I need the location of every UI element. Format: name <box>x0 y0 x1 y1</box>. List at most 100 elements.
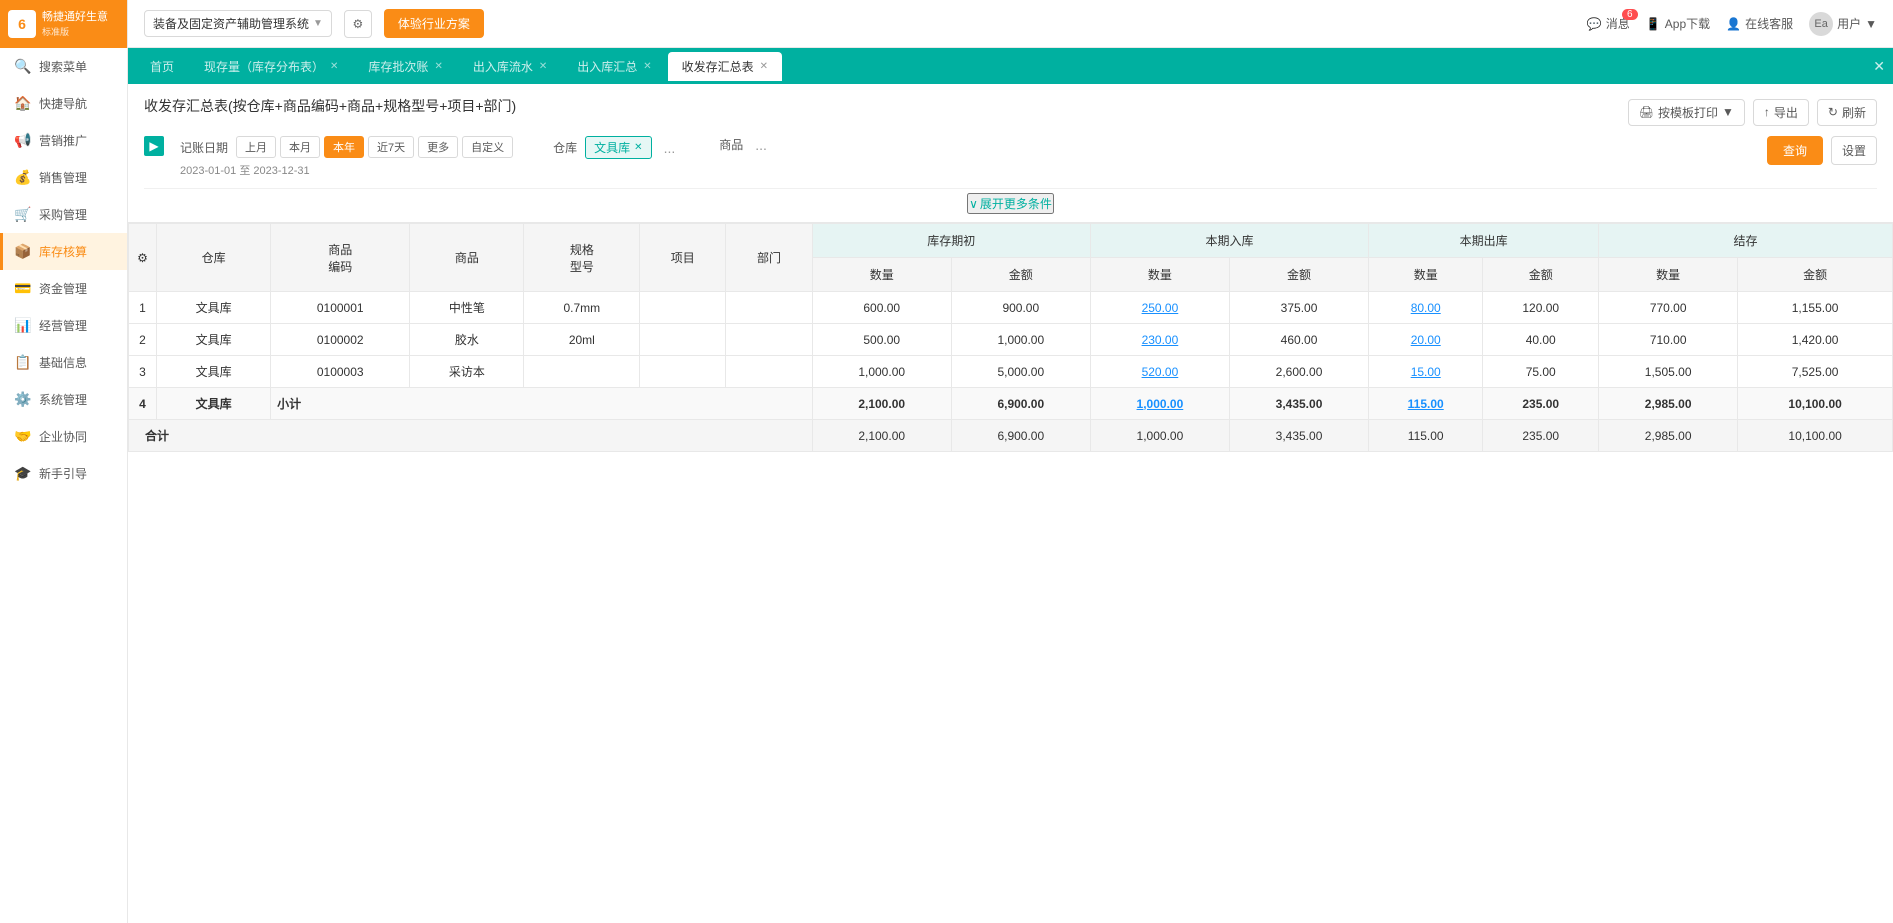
date-btn-this-month[interactable]: 本月 <box>280 136 320 158</box>
cell-no: 2 <box>129 324 157 356</box>
col-header-name: 商品 <box>410 224 524 292</box>
cell-code: 0100003 <box>271 356 410 388</box>
cell-bal-amt: 1,420.00 <box>1738 324 1893 356</box>
cell-in-qty[interactable]: 230.00 <box>1090 324 1229 356</box>
query-button[interactable]: 查询 <box>1767 136 1823 165</box>
col-header-open-qty: 数量 <box>812 258 951 292</box>
tab-batch-ledger[interactable]: 库存批次账✕ <box>354 52 456 81</box>
cell-bal-qty: 1,505.00 <box>1599 356 1738 388</box>
warehouse-more-icon[interactable]: ... <box>660 140 680 156</box>
tab-in-out-summary[interactable]: 出入库汇总✕ <box>563 52 665 81</box>
sidebar-item-basic-info[interactable]: 📋基础信息 <box>0 344 127 381</box>
tab-close-in-out-summary[interactable]: ✕ <box>643 61 651 72</box>
sidebar-item-guide[interactable]: 🎓 新手引导 <box>0 455 127 492</box>
sidebar-item-label-guide: 新手引导 <box>39 465 87 482</box>
app-download-item[interactable]: 📱 App下载 <box>1646 15 1710 32</box>
date-btn-7days[interactable]: 近7天 <box>368 136 414 158</box>
subtotal-out-qty[interactable]: 115.00 <box>1369 388 1483 420</box>
logo-icon: 6 <box>8 10 36 38</box>
tab-close-batch-ledger[interactable]: ✕ <box>434 61 442 72</box>
sidebar-item-label-basic-info: 基础信息 <box>39 354 87 371</box>
col-header-code: 商品编码 <box>271 224 410 292</box>
tab-inventory-dist[interactable]: 现存量（库存分布表）✕ <box>190 52 352 81</box>
cell-no: 1 <box>129 292 157 324</box>
col-header-open-amt: 金额 <box>951 258 1090 292</box>
total-open-amt: 6,900.00 <box>951 420 1090 452</box>
print-button[interactable]: 🖨 按模板打印 ▼ <box>1628 99 1745 126</box>
date-btn-this-year[interactable]: 本年 <box>324 136 364 158</box>
tab-close-inventory-dist[interactable]: ✕ <box>330 61 338 72</box>
col-header-bal-qty: 数量 <box>1599 258 1738 292</box>
refresh-button[interactable]: ↻ 刷新 <box>1817 99 1877 126</box>
sidebar-item-cooperation[interactable]: 🤝企业协同 <box>0 418 127 455</box>
export-icon: ↑ <box>1764 105 1770 119</box>
user-item[interactable]: Ea 用户 ▼ <box>1809 12 1877 36</box>
export-button[interactable]: ↑ 导出 <box>1753 99 1809 126</box>
sidebar-item-search[interactable]: 🔍搜索菜单 <box>0 48 127 85</box>
cell-dept <box>726 356 812 388</box>
table-row: 2 文具库 0100002 胶水 20ml 500.00 1,000.00 23… <box>129 324 1893 356</box>
date-btn-more[interactable]: 更多 <box>418 136 458 158</box>
tab-receive-summary[interactable]: 收发存汇总表✕ <box>668 52 782 81</box>
cell-bal-amt: 1,155.00 <box>1738 292 1893 324</box>
message-item[interactable]: 💬 消息 6 <box>1587 15 1630 32</box>
online-service-item[interactable]: 👤 在线客服 <box>1726 15 1793 32</box>
tab-in-out-flow[interactable]: 出入库流水 ✕ <box>459 52 561 81</box>
settings-icon[interactable]: ⚙ <box>344 10 372 38</box>
cell-out-qty[interactable]: 80.00 <box>1369 292 1483 324</box>
sidebar-item-purchase[interactable]: 🛒采购管理 <box>0 196 127 233</box>
cell-bal-amt: 7,525.00 <box>1738 356 1893 388</box>
cell-spec <box>524 356 640 388</box>
cell-project <box>640 292 726 324</box>
trial-button[interactable]: 体验行业方案 <box>384 9 484 38</box>
cell-open-qty: 600.00 <box>812 292 951 324</box>
subtotal-in-qty[interactable]: 1,000.00 <box>1090 388 1229 420</box>
sales-icon: 💰 <box>15 170 31 186</box>
expand-down-icon: ∨ <box>969 197 978 211</box>
print-arrow-icon: ▼ <box>1722 105 1734 119</box>
col-header-settings[interactable]: ⚙ <box>129 224 157 292</box>
guide-icon: 🎓 <box>15 466 31 482</box>
goods-more-icon[interactable]: ... <box>751 137 771 153</box>
tab-close-receive-summary[interactable]: ✕ <box>760 61 768 72</box>
subtotal-out-amt: 235.00 <box>1483 388 1599 420</box>
total-open-qty: 2,100.00 <box>812 420 951 452</box>
tab-home[interactable]: 首页 <box>136 52 188 81</box>
purchase-icon: 🛒 <box>15 207 31 223</box>
tab-label-in-out-flow: 出入库流水 <box>473 58 533 75</box>
page-title: 收发存汇总表(按仓库+商品编码+商品+规格型号+项目+部门) <box>144 96 516 116</box>
sidebar-item-system[interactable]: ⚙️系统管理 <box>0 381 127 418</box>
sidebar-logo: 6 畅捷通好生意 标准版 <box>0 0 127 48</box>
system-selector[interactable]: 装备及固定资产辅助管理系统 ▼ <box>144 10 332 37</box>
sidebar-item-finance[interactable]: 💳资金管理 <box>0 270 127 307</box>
cell-in-qty[interactable]: 250.00 <box>1090 292 1229 324</box>
cell-out-amt: 120.00 <box>1483 292 1599 324</box>
sidebar-item-inventory[interactable]: 📦库存核算 <box>0 233 127 270</box>
close-all-tabs-icon[interactable]: ✕ <box>1873 58 1885 75</box>
sidebar-item-operations[interactable]: 📊经营管理 <box>0 307 127 344</box>
cell-out-qty[interactable]: 15.00 <box>1369 356 1483 388</box>
sidebar-item-marketing[interactable]: 📢营销推广 <box>0 122 127 159</box>
tab-close-in-out-flow[interactable]: ✕ <box>539 61 547 72</box>
col-header-project: 项目 <box>640 224 726 292</box>
sidebar-item-sales[interactable]: 💰销售管理 <box>0 159 127 196</box>
subtotal-bal-qty: 2,985.00 <box>1599 388 1738 420</box>
date-btn-custom[interactable]: 自定义 <box>462 136 513 158</box>
warehouse-filter-label: 仓库 <box>553 139 577 156</box>
sidebar-item-quick-nav[interactable]: 🏠快捷导航 <box>0 85 127 122</box>
subtotal-row: 4 文具库 小计 2,100.00 6,900.00 1,000.00 3,43… <box>129 388 1893 420</box>
cell-open-amt: 5,000.00 <box>951 356 1090 388</box>
expand-more-button[interactable]: ∨ 展开更多条件 <box>967 193 1054 214</box>
table-settings-button[interactable]: 设置 <box>1831 136 1877 165</box>
logo-text: 畅捷通好生意 标准版 <box>42 10 108 37</box>
page-content: 收发存汇总表(按仓库+商品编码+商品+规格型号+项目+部门) 🖨 按模板打印 ▼… <box>128 84 1893 923</box>
expand-filter-button[interactable]: ▶ <box>144 136 164 156</box>
cell-in-qty[interactable]: 520.00 <box>1090 356 1229 388</box>
cell-out-qty[interactable]: 20.00 <box>1369 324 1483 356</box>
date-btn-last-month[interactable]: 上月 <box>236 136 276 158</box>
warehouse-tag-close-icon[interactable]: ✕ <box>634 142 642 153</box>
cell-open-qty: 1,000.00 <box>812 356 951 388</box>
cell-spec: 0.7mm <box>524 292 640 324</box>
cell-open-amt: 1,000.00 <box>951 324 1090 356</box>
phone-icon: 📱 <box>1646 17 1661 31</box>
